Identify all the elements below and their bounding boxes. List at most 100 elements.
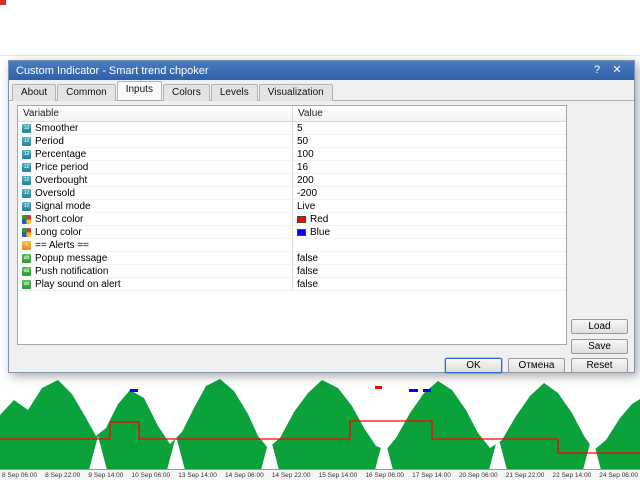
- variable-label: Play sound on alert: [35, 278, 121, 290]
- param-row-push-notification[interactable]: ab Push notification false: [18, 265, 566, 278]
- timeline: 8 Sep 06:00 8 Sep 22:00 9 Sep 14:00 10 Sep …: [0, 469, 640, 480]
- time-label: 10 Sep 06:00: [131, 471, 171, 479]
- indicator-dialog: Custom Indicator - Smart trend chpoker ?…: [8, 60, 635, 373]
- value-cell[interactable]: false: [293, 278, 566, 290]
- signal-up-mark: [409, 389, 418, 392]
- variable-label: Overbought: [35, 174, 88, 186]
- variable-cell: 12 Percentage: [18, 148, 293, 160]
- value-cell[interactable]: 16: [293, 161, 566, 173]
- variable-label: Signal mode: [35, 200, 91, 212]
- tab-levels[interactable]: Levels: [210, 84, 258, 101]
- value-cell[interactable]: [293, 239, 566, 251]
- bool-param-icon: ab: [22, 253, 31, 263]
- load-button[interactable]: Load: [571, 319, 628, 334]
- param-row-period[interactable]: 12 Period 50: [18, 135, 566, 148]
- help-icon[interactable]: ?: [587, 61, 607, 80]
- variable-label: Popup message: [35, 252, 108, 264]
- number-param-icon: 12: [22, 123, 31, 133]
- number-param-icon: 12: [22, 162, 31, 172]
- param-row-popup-message[interactable]: ab Popup message false: [18, 252, 566, 265]
- tab-colors[interactable]: Colors: [162, 84, 210, 101]
- save-button[interactable]: Save: [571, 339, 628, 354]
- value-text: false: [297, 278, 319, 290]
- tab-common[interactable]: Common: [57, 84, 116, 101]
- time-label: 14 Sep 06:00: [225, 471, 264, 479]
- variable-cell: 12 Overbought: [18, 174, 293, 186]
- value-cell[interactable]: Live: [293, 200, 566, 212]
- number-param-icon: 12: [22, 201, 31, 211]
- close-icon[interactable]: ✕: [607, 61, 627, 80]
- reset-button[interactable]: Reset: [571, 358, 628, 373]
- variable-cell: ab Play sound on alert: [18, 278, 293, 290]
- variable-label: Period: [35, 135, 64, 147]
- value-cell[interactable]: 200: [293, 174, 566, 186]
- value-cell[interactable]: false: [293, 252, 566, 264]
- time-label: 15 Sep 14:00: [318, 471, 358, 479]
- param-row-alerts[interactable]: ≡ == Alerts ==: [18, 239, 566, 252]
- time-label: 22 Sep 14:00: [552, 471, 592, 479]
- number-param-icon: 12: [22, 188, 31, 198]
- header-value: Value: [298, 108, 323, 119]
- param-row-long-color[interactable]: Long color Blue: [18, 226, 566, 239]
- time-label: 16 Sep 06:00: [365, 471, 405, 479]
- variable-label: Push notification: [35, 265, 109, 277]
- value-text: false: [297, 265, 319, 277]
- tab-bar: About Common Inputs Colors Levels Visualizati…: [9, 80, 634, 101]
- table-header: Variable Value: [18, 106, 566, 122]
- value-cell[interactable]: Red: [293, 213, 566, 225]
- time-label: 20 Sep 06:00: [458, 471, 498, 479]
- value-text: 50: [297, 135, 309, 147]
- param-row-short-color[interactable]: Short color Red: [18, 213, 566, 226]
- number-param-icon: 12: [22, 149, 31, 159]
- time-label: 24 Sep 06:00: [599, 471, 638, 479]
- signal-up-mark: [423, 389, 431, 392]
- time-label: 17 Sep 14:00: [412, 471, 451, 479]
- variable-cell: ab Push notification: [18, 265, 293, 277]
- dialog-titlebar[interactable]: Custom Indicator - Smart trend chpoker ?…: [9, 61, 634, 80]
- param-row-smoother[interactable]: 12 Smoother 5: [18, 122, 566, 135]
- variable-label: Oversold: [35, 187, 76, 199]
- chart-corner-mark: [0, 0, 6, 5]
- value-cell[interactable]: false: [293, 265, 566, 277]
- param-row-percentage[interactable]: 12 Percentage 100: [18, 148, 566, 161]
- variable-label: Price period: [35, 161, 89, 173]
- value-text: Blue: [310, 226, 331, 238]
- variable-cell: Long color: [18, 226, 293, 238]
- value-text: Live: [297, 200, 316, 212]
- param-row-signal-mode[interactable]: 12 Signal mode Live: [18, 200, 566, 213]
- time-label: 13 Sep 14:00: [178, 471, 217, 479]
- variable-label: Smoother: [35, 122, 79, 134]
- tab-about[interactable]: About: [12, 84, 57, 101]
- value-cell[interactable]: 50: [293, 135, 566, 147]
- variable-label: Percentage: [35, 148, 87, 160]
- value-text: 200: [297, 174, 314, 186]
- param-row-oversold[interactable]: 12 Oversold -200: [18, 187, 566, 200]
- value-cell[interactable]: -200: [293, 187, 566, 199]
- value-text: 16: [297, 161, 309, 173]
- subwindow-separator: [0, 55, 640, 56]
- value-cell[interactable]: 5: [293, 122, 566, 134]
- param-row-overbought[interactable]: 12 Overbought 200: [18, 174, 566, 187]
- mt-terminal-screen: 8 Sep 06:00 8 Sep 22:00 9 Sep 14:00 10 Sep …: [0, 0, 640, 480]
- section-param-icon: ≡: [22, 240, 31, 250]
- tab-visualization[interactable]: Visualization: [258, 84, 333, 101]
- value-text: -200: [297, 187, 318, 199]
- tab-inputs[interactable]: Inputs: [116, 81, 162, 100]
- number-param-icon: 12: [22, 175, 31, 185]
- value-text: false: [297, 252, 319, 264]
- param-row-price-period[interactable]: 12 Price period 16: [18, 161, 566, 174]
- signal-up-mark: [130, 389, 138, 392]
- color-param-icon: [22, 214, 31, 224]
- header-variable: Variable: [18, 106, 293, 121]
- ok-button[interactable]: OK: [445, 358, 502, 373]
- color-param-icon: [22, 227, 31, 237]
- value-cell[interactable]: 100: [293, 148, 566, 160]
- color-swatch: [297, 228, 306, 236]
- value-text: 5: [297, 122, 303, 134]
- cancel-button[interactable]: Отмена: [508, 358, 565, 373]
- param-row-play-sound-on-alert[interactable]: ab Play sound on alert false: [18, 278, 566, 291]
- bool-param-icon: ab: [22, 266, 31, 276]
- param-table-body: 12 Smoother 5 12 Period 50 12 Percentage 100 12 Pr…: [18, 122, 566, 291]
- value-cell[interactable]: Blue: [293, 226, 566, 238]
- bool-param-icon: ab: [22, 279, 31, 289]
